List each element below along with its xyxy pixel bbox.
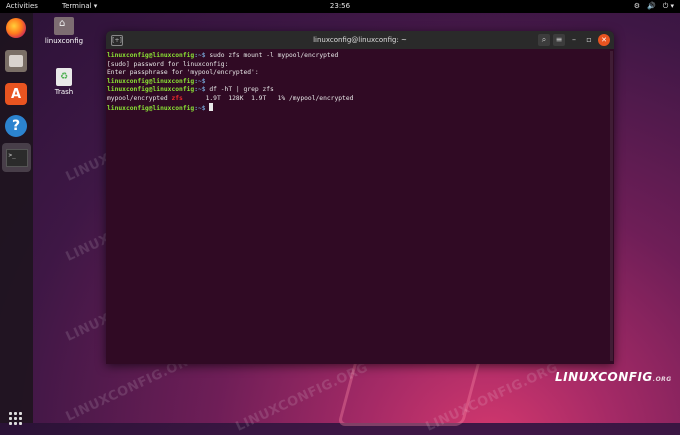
volume-icon[interactable]: 🔊: [647, 0, 656, 13]
scrollbar[interactable]: [610, 51, 613, 361]
terminal-line: Enter passphrase for 'mypool/encrypted':: [107, 69, 259, 76]
close-button[interactable]: ✕: [598, 34, 610, 46]
software-icon[interactable]: A: [5, 83, 27, 105]
power-icon[interactable]: ⏻ ▾: [663, 0, 674, 13]
maximize-button[interactable]: ▫: [583, 34, 595, 46]
window-titlebar[interactable]: [+] linuxconfig@linuxconfig: ~ ⌕ ≡ – ▫ ✕: [106, 31, 614, 49]
top-bar: Activities Terminal ▾ 23:56 ⚙ 🔊 ⏻ ▾: [0, 0, 680, 13]
network-icon[interactable]: ⚙: [634, 0, 640, 13]
terminal-line: [sudo] password for linuxconfig:: [107, 60, 229, 68]
firefox-icon[interactable]: [6, 18, 26, 38]
dock: A ? >_: [0, 13, 33, 425]
brand-logo: LINUXCONFIG.ORG: [555, 370, 672, 384]
trash-label: Trash: [54, 88, 74, 96]
new-tab-icon[interactable]: [+]: [111, 35, 123, 46]
text-cursor: [209, 103, 214, 111]
help-icon[interactable]: ?: [5, 115, 27, 137]
home-folder-icon: [54, 17, 74, 35]
terminal-line: linuxconfig@linuxconfig:~$: [107, 77, 210, 85]
window-title: linuxconfig@linuxconfig: ~: [313, 36, 407, 44]
search-icon[interactable]: ⌕: [538, 34, 550, 46]
system-tray[interactable]: ⚙ 🔊 ⏻ ▾: [634, 0, 674, 13]
clock[interactable]: 23:56: [0, 0, 680, 13]
terminal-icon: >_: [5, 148, 28, 167]
terminal-dock-icon[interactable]: >_: [2, 143, 31, 172]
home-folder-label: linuxconfig: [44, 37, 84, 45]
hamburger-menu-icon[interactable]: ≡: [553, 34, 565, 46]
trash-icon: ♻: [56, 68, 72, 86]
terminal-line: linuxconfig@linuxconfig:~$ sudo zfs moun…: [107, 52, 339, 59]
minimize-button[interactable]: –: [568, 34, 580, 46]
files-icon[interactable]: [5, 50, 27, 72]
terminal-line: mypool/encrypted zfs 1.9T 128K 1.9T 1% /…: [107, 94, 354, 102]
terminal-line: linuxconfig@linuxconfig:~$ df -hT | grep…: [107, 86, 274, 93]
desktop-trash[interactable]: ♻ Trash: [44, 68, 84, 96]
desktop-home-folder[interactable]: linuxconfig: [44, 17, 84, 45]
show-applications-icon[interactable]: [9, 412, 22, 425]
terminal-line: linuxconfig@linuxconfig:~$: [107, 103, 614, 114]
terminal-output[interactable]: linuxconfig@linuxconfig:~$ sudo zfs moun…: [106, 49, 614, 114]
terminal-window[interactable]: [+] linuxconfig@linuxconfig: ~ ⌕ ≡ – ▫ ✕…: [106, 31, 614, 364]
